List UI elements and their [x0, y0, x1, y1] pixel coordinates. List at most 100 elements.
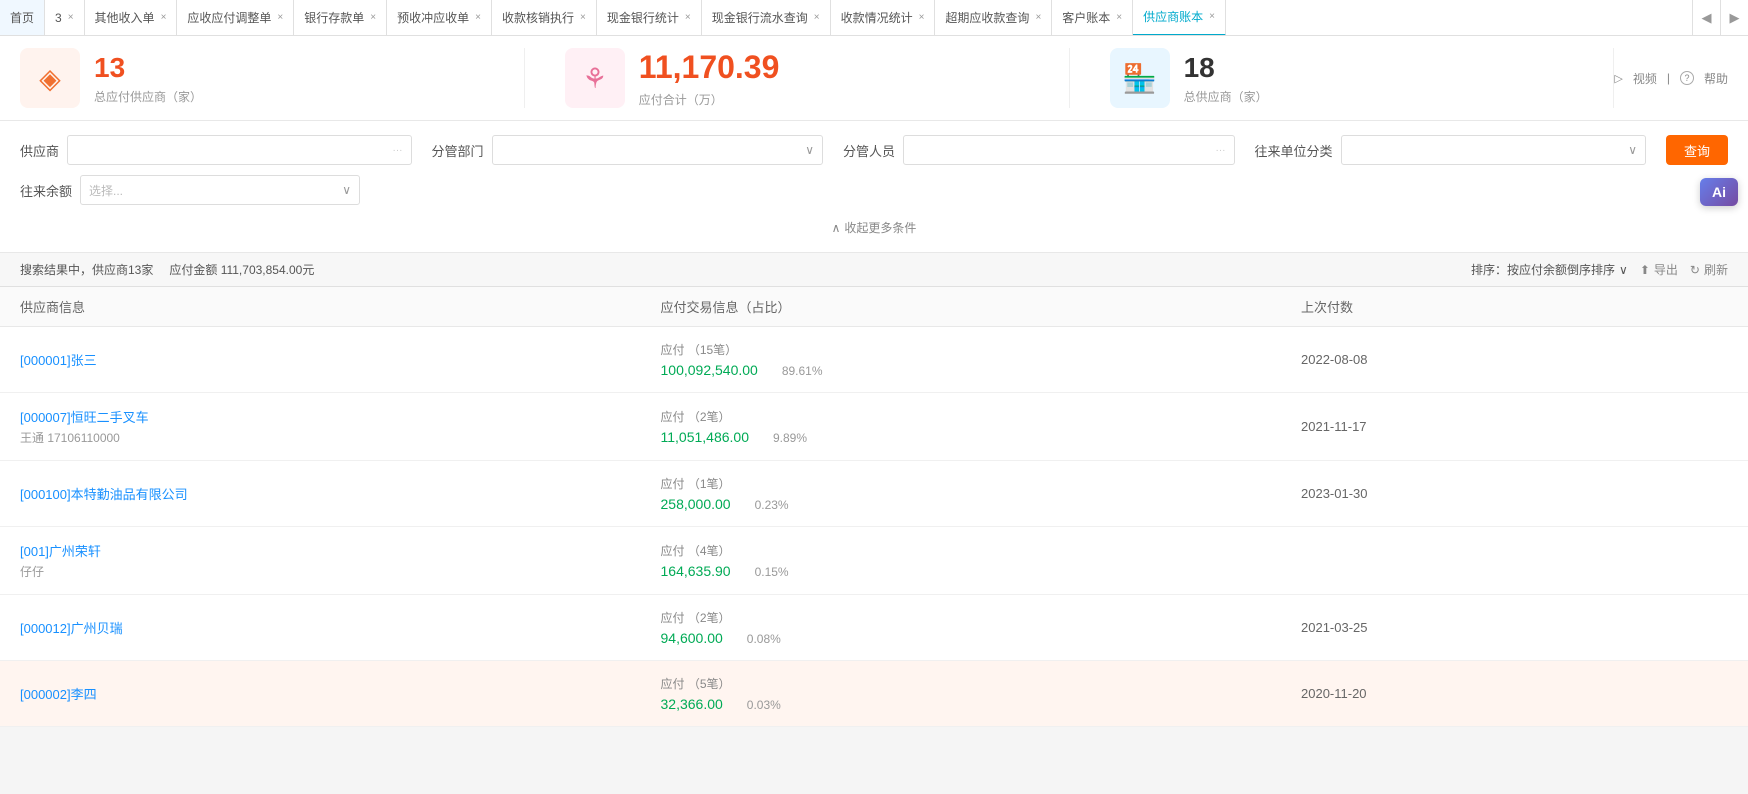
nav-arrow-left[interactable]: ◀ — [1692, 0, 1720, 36]
payment-date-row3: 2023-01-30 — [1301, 486, 1368, 501]
ai-button[interactable]: Ai — [1700, 178, 1738, 206]
help-link[interactable]: 帮助 — [1704, 70, 1728, 87]
supplier-link-row6[interactable]: [000002]李四 — [20, 687, 97, 702]
supplier-link-row2[interactable]: [000007]恒旺二手叉车 — [20, 410, 149, 425]
supplier-input-wrapper[interactable]: ··· — [67, 135, 411, 165]
table-row-row5: [000012]广州贝瑞应付 （2笔）94,600.000.08%2021-03… — [0, 595, 1748, 661]
transaction-row-row5: 94,600.00 0.08% — [661, 630, 1302, 646]
supplier-input[interactable] — [76, 143, 392, 157]
ap-label-row6: 应付 （5笔） — [661, 675, 1302, 692]
nav-tab-other-income[interactable]: 其他收入单× — [85, 0, 178, 36]
payment-date-row1: 2022-08-08 — [1301, 352, 1368, 367]
tab-close-cash-bank-flow[interactable]: × — [814, 12, 820, 23]
nav-tab-collection-exec[interactable]: 收款核销执行× — [492, 0, 597, 36]
refresh-button[interactable]: ↻ 刷新 — [1690, 261, 1728, 278]
nav-tab-ap-adjustment[interactable]: 应收应付调整单× — [177, 0, 294, 36]
nav-tab-cash-bank-flow[interactable]: 现金银行流水查询× — [702, 0, 831, 36]
transaction-row-row6: 32,366.00 0.03% — [661, 696, 1302, 712]
supplier-info-row2: [000007]恒旺二手叉车王通 17106110000 — [20, 407, 661, 446]
content-area: 供应商信息 应付交易信息（占比） 上次付数 [000001]张三应付 （15笔）… — [0, 287, 1748, 794]
nav-tab-customer-account[interactable]: 客户账本× — [1052, 0, 1133, 36]
result-amount: 应付金额 111,703,854.00元 — [169, 261, 314, 278]
tab-close-supplier-account[interactable]: × — [1209, 11, 1215, 22]
person-input[interactable] — [912, 143, 1215, 157]
table-area: 供应商信息 应付交易信息（占比） 上次付数 [000001]张三应付 （15笔）… — [0, 287, 1748, 727]
tab-close-prepay-offset[interactable]: × — [475, 12, 481, 23]
tab-close-ap-adjustment[interactable]: × — [277, 12, 283, 23]
ap-info-row4: 应付 （4笔）164,635.900.15% — [661, 542, 1302, 579]
tab-close-collection-exec[interactable]: × — [580, 12, 586, 23]
tab-close-overdue-ap[interactable]: × — [1035, 12, 1041, 23]
col-supplier-info: 供应商信息 — [20, 297, 661, 316]
stat-ap-suppliers: ◈ 13 总应付供应商（家） — [20, 48, 525, 108]
sort-dropdown[interactable]: 排序：按应付余额倒序排序 ∨ — [1471, 261, 1628, 278]
last-payment-row2: 2021-11-17 — [1301, 419, 1728, 434]
supplier-link-row3[interactable]: [000100]本特勤油品有限公司 — [20, 487, 188, 502]
balance-label: 往来余额 — [20, 181, 72, 200]
result-bar: 搜索结果中，供应商13家 应付金额 111,703,854.00元 排序：按应付… — [0, 253, 1748, 287]
last-payment-row5: 2021-03-25 — [1301, 620, 1728, 635]
supplier-link-row1[interactable]: [000001]张三 — [20, 353, 97, 368]
nav-tab-supplier-account[interactable]: 供应商账本× — [1133, 0, 1226, 36]
dept-label: 分管部门 — [432, 141, 484, 160]
transaction-row-row2: 11,051,486.009.89% — [661, 429, 1302, 445]
sep: | — [1667, 71, 1670, 85]
nav-tab-tab3[interactable]: 3× — [45, 0, 85, 36]
nav-arrow-right[interactable]: ▶ — [1720, 0, 1748, 36]
ap-amount-row6[interactable]: 32,366.00 — [661, 696, 723, 712]
ap-amount-row5[interactable]: 94,600.00 — [661, 630, 723, 646]
supplier-info-row3: [000100]本特勤油品有限公司 — [20, 484, 661, 503]
ap-amount-row4[interactable]: 164,635.90 — [661, 563, 731, 579]
table-row-row3: [000100]本特勤油品有限公司应付 （1笔）258,000.000.23%2… — [0, 461, 1748, 527]
supplier-info-row6: [000002]李四 — [20, 684, 661, 703]
filter-row-1: 供应商 ··· 分管部门 ∨ 分管人员 ··· — [20, 135, 1728, 165]
ap-percent-row6: 0.03% — [747, 698, 781, 712]
tab-close-cash-bank-stat[interactable]: × — [685, 12, 691, 23]
person-input-wrapper[interactable]: ··· — [903, 135, 1234, 165]
ap-percent-row1: 89.61% — [782, 364, 823, 378]
supplier-sub-row4: 仔仔 — [20, 563, 661, 580]
balance-select[interactable]: 选择... ∨ — [80, 175, 360, 205]
table-row-row6: [000002]李四应付 （5笔）32,366.000.03%2020-11-2… — [0, 661, 1748, 727]
supplier-link-row4[interactable]: [001]广州荣轩 — [20, 544, 101, 559]
tab-close-collection-stat[interactable]: × — [919, 12, 925, 23]
filter-area: 供应商 ··· 分管部门 ∨ 分管人员 ··· — [0, 121, 1748, 253]
ap-label-row3: 应付 （1笔） — [661, 475, 1302, 492]
video-link[interactable]: 视频 — [1633, 70, 1657, 87]
ap-amount-row2[interactable]: 11,051,486.00 — [661, 429, 750, 445]
collapse-up-icon: ∧ — [832, 221, 841, 235]
ap-percent-row5: 0.08% — [747, 632, 781, 646]
person-label: 分管人员 — [843, 141, 895, 160]
dept-chevron-icon: ∨ — [805, 143, 814, 157]
supplier-info-row5: [000012]广州贝瑞 — [20, 618, 661, 637]
export-button[interactable]: ⬆ 导出 — [1640, 261, 1678, 278]
tab-close-other-income[interactable]: × — [161, 12, 167, 23]
unit-type-select[interactable]: ∨ — [1341, 135, 1646, 165]
supplier-link-row5[interactable]: [000012]广州贝瑞 — [20, 621, 123, 636]
nav-tab-cash-bank-stat[interactable]: 现金银行统计× — [597, 0, 702, 36]
collapse-button[interactable]: ∧ 收起更多条件 — [832, 219, 917, 236]
ap-amount-row3[interactable]: 258,000.00 — [661, 496, 731, 512]
tab-close-tab3[interactable]: × — [68, 12, 74, 23]
filter-unit-type: 往来单位分类 ∨ — [1255, 135, 1647, 165]
stats-bar: ◈ 13 总应付供应商（家） ⚘ 11,170.39 应付合计（万） 🏪 18 … — [0, 36, 1748, 121]
nav-tab-bank-deposit[interactable]: 银行存款单× — [294, 0, 387, 36]
unit-type-chevron-icon: ∨ — [1628, 143, 1637, 157]
nav-tab-home[interactable]: 首页 — [0, 0, 45, 36]
tab-close-bank-deposit[interactable]: × — [370, 12, 376, 23]
nav-tab-overdue-ap[interactable]: 超期应收款查询× — [935, 0, 1052, 36]
query-button[interactable]: 查询 — [1666, 135, 1728, 165]
ap-suppliers-icon: ◈ — [20, 48, 80, 108]
ap-percent-row4: 0.15% — [755, 565, 789, 579]
ap-amount-row1[interactable]: 100,092,540.00 — [661, 362, 758, 378]
tab-close-customer-account[interactable]: × — [1116, 12, 1122, 23]
help-icon: ? — [1680, 71, 1694, 85]
nav-tab-collection-stat[interactable]: 收款情况统计× — [831, 0, 936, 36]
header-links: ▷ 视频 | ? 帮助 — [1614, 70, 1728, 87]
collapse-row: ∧ 收起更多条件 — [20, 215, 1728, 244]
table-header: 供应商信息 应付交易信息（占比） 上次付数 — [0, 287, 1748, 327]
filter-person: 分管人员 ··· — [843, 135, 1235, 165]
nav-tab-prepay-offset[interactable]: 预收冲应收单× — [387, 0, 492, 36]
dept-select[interactable]: ∨ — [492, 135, 823, 165]
supplier-label: 供应商 — [20, 141, 59, 160]
